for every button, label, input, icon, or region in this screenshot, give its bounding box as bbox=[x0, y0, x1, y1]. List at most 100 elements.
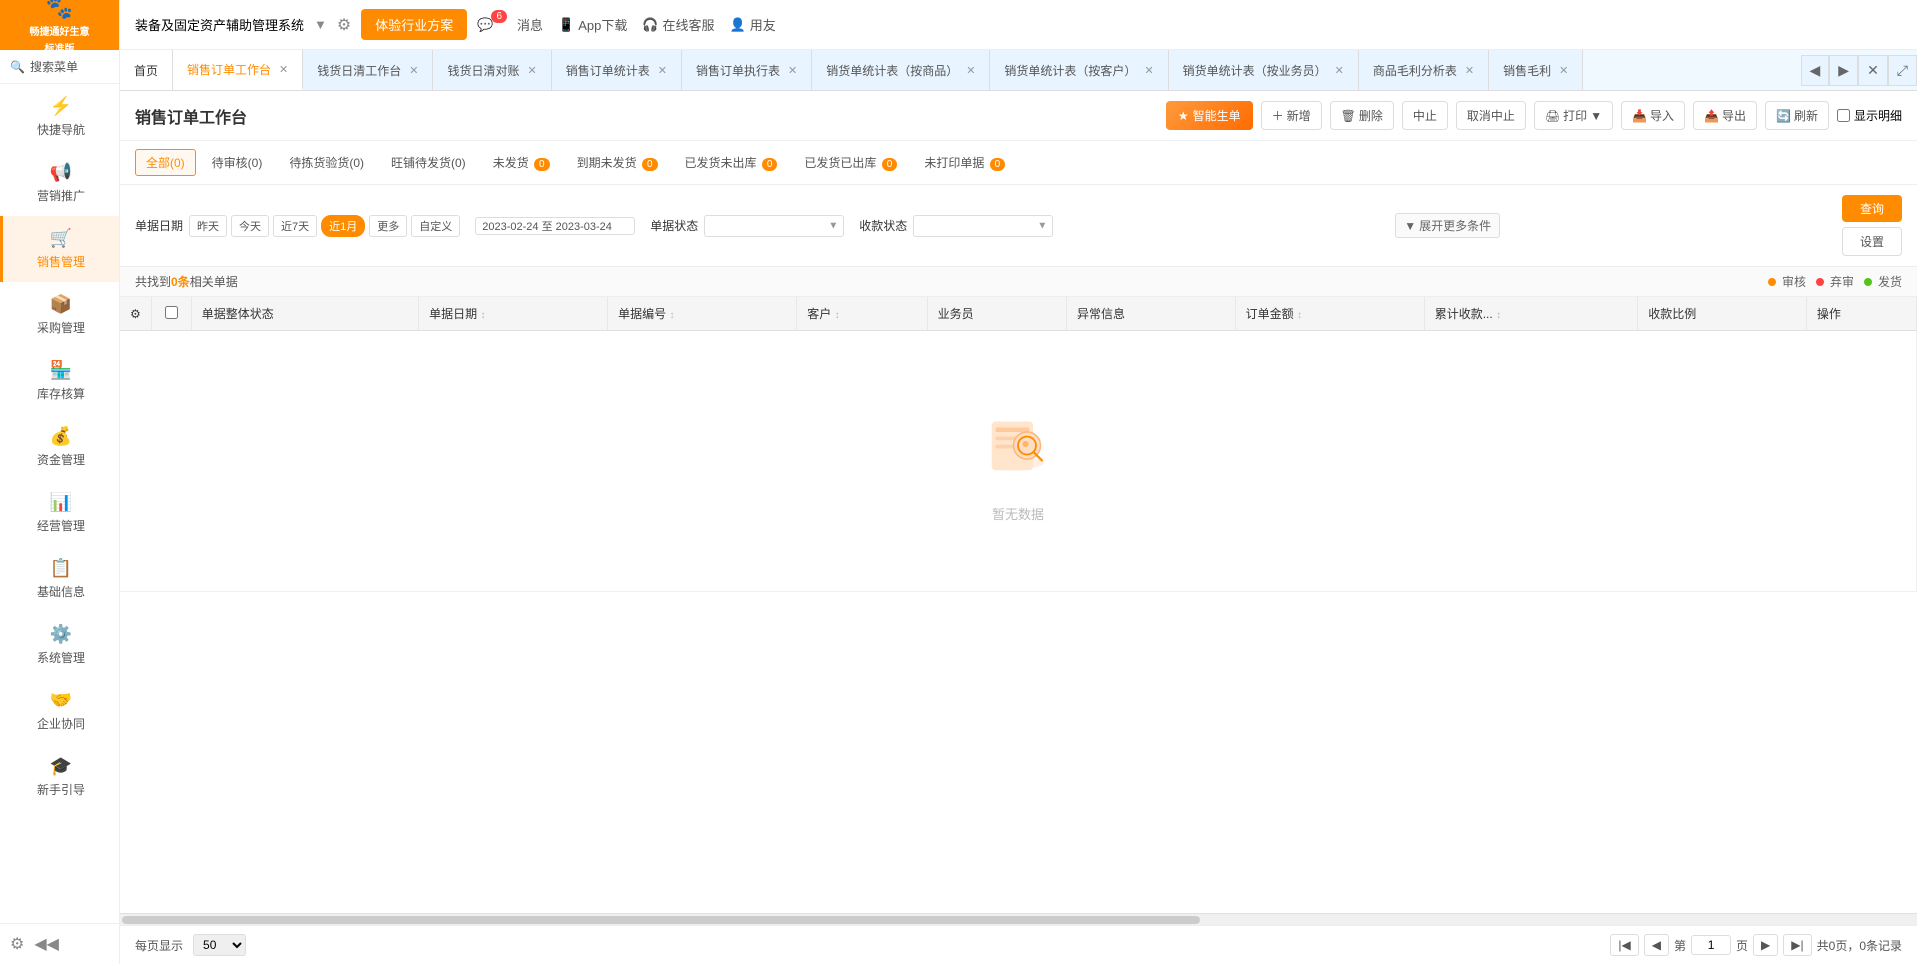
tab-close-icon[interactable]: ✕ bbox=[658, 64, 667, 77]
dropdown-icon[interactable]: ▼ bbox=[314, 17, 327, 32]
last-page-btn[interactable]: ▶| bbox=[1783, 934, 1811, 956]
export-btn[interactable]: 📤 导出 bbox=[1693, 101, 1757, 130]
sidebar-item-purchase[interactable]: 📦 采购管理 bbox=[0, 282, 119, 348]
query-btn[interactable]: 查询 bbox=[1842, 195, 1902, 222]
show-detail-checkbox[interactable] bbox=[1837, 109, 1850, 122]
stop-btn[interactable]: 中止 bbox=[1402, 101, 1448, 130]
settings-bottom-icon[interactable]: ⚙ bbox=[10, 934, 24, 954]
tab-sales-stats-customer[interactable]: 销货单统计表（按客户） ✕ bbox=[990, 50, 1168, 90]
date-btn-1month[interactable]: 近1月 bbox=[321, 215, 365, 237]
tab-product-margin[interactable]: 商品毛利分析表 ✕ bbox=[1359, 50, 1489, 90]
tab-close-icon[interactable]: ✕ bbox=[528, 64, 537, 77]
print-label: 打印 bbox=[1563, 107, 1587, 124]
tab-scroll-right-btn[interactable]: ▶ bbox=[1829, 55, 1858, 86]
tab-close-all-btn[interactable]: ✕ bbox=[1858, 55, 1888, 86]
sidebar-item-finance[interactable]: 💰 资金管理 bbox=[0, 414, 119, 480]
status-select[interactable] bbox=[704, 215, 844, 237]
filter-tab-shipped-out[interactable]: 已发货已出库 0 bbox=[793, 149, 908, 176]
sidebar-item-sales[interactable]: 🛒 销售管理 bbox=[0, 216, 119, 282]
horizontal-scrollbar[interactable] bbox=[120, 913, 1917, 925]
page-number-input[interactable] bbox=[1691, 935, 1731, 955]
user-action[interactable]: 👤 用友 bbox=[730, 15, 776, 34]
settings-btn[interactable]: 设置 bbox=[1842, 227, 1902, 256]
solution-btn[interactable]: 体验行业方案 bbox=[361, 9, 467, 40]
delete-btn[interactable]: 🗑 删除 bbox=[1330, 101, 1394, 130]
tab-close-icon[interactable]: ✕ bbox=[1465, 64, 1474, 77]
cancel-audit-btn[interactable]: 弃审 bbox=[1816, 273, 1854, 290]
tab-close-icon[interactable]: ✕ bbox=[966, 64, 975, 77]
date-btn-yesterday[interactable]: 昨天 bbox=[189, 215, 227, 237]
payment-select[interactable] bbox=[913, 215, 1053, 237]
customer-sort-icon[interactable]: ↕ bbox=[835, 310, 840, 321]
cancel-stop-btn[interactable]: 取消中止 bbox=[1456, 101, 1526, 130]
ship-label: 发货 bbox=[1878, 273, 1902, 290]
show-detail-label[interactable]: 显示明细 bbox=[1837, 107, 1902, 124]
per-page-select[interactable]: 20 50 100 bbox=[193, 934, 246, 956]
sidebar-item-basic[interactable]: 📋 基础信息 bbox=[0, 546, 119, 612]
message-action[interactable]: 💬 6 消息 bbox=[477, 15, 543, 34]
tab-fullscreen-btn[interactable]: ⤢ bbox=[1888, 55, 1917, 86]
filter-tab-wangpu-pending[interactable]: 旺铺待发货(0) bbox=[380, 149, 477, 176]
prev-page-btn[interactable]: ◀ bbox=[1644, 934, 1669, 956]
print-btn[interactable]: 🖨 打印 ▼ bbox=[1534, 101, 1613, 130]
refresh-btn[interactable]: 🔄 刷新 bbox=[1765, 101, 1829, 130]
select-all-checkbox[interactable] bbox=[165, 306, 178, 319]
tab-scroll-left-btn[interactable]: ◀ bbox=[1801, 55, 1830, 86]
col-number-label: 单据编号 bbox=[618, 307, 666, 321]
date-btn-7days[interactable]: 近7天 bbox=[273, 215, 317, 237]
expand-conditions-btn[interactable]: ▼ 展开更多条件 bbox=[1395, 213, 1500, 238]
online-service-action[interactable]: 🎧 在线客服 bbox=[642, 15, 714, 34]
sidebar-item-system[interactable]: ⚙️ 系统管理 bbox=[0, 612, 119, 678]
tab-close-icon[interactable]: ✕ bbox=[1559, 64, 1568, 77]
tab-cash-reconcile[interactable]: 钱货日清对账 ✕ bbox=[433, 50, 551, 90]
collected-sort-icon[interactable]: ↕ bbox=[1496, 310, 1501, 321]
date-btn-more[interactable]: 更多 bbox=[369, 215, 407, 237]
number-sort-icon[interactable]: ↕ bbox=[670, 310, 675, 321]
tab-close-icon[interactable]: ✕ bbox=[1335, 64, 1344, 77]
tab-home[interactable]: 首页 bbox=[120, 50, 173, 90]
filter-tab-all[interactable]: 全部(0) bbox=[135, 149, 196, 176]
tab-close-icon[interactable]: ✕ bbox=[279, 63, 288, 76]
sidebar-item-operations[interactable]: 📊 经营管理 bbox=[0, 480, 119, 546]
tab-sales-stats-product[interactable]: 销货单统计表（按商品） ✕ bbox=[812, 50, 990, 90]
filter-tab-not-shipped[interactable]: 未发货 0 bbox=[482, 149, 561, 176]
tab-sales-profit[interactable]: 销售毛利 ✕ bbox=[1489, 50, 1583, 90]
tab-close-icon[interactable]: ✕ bbox=[409, 64, 418, 77]
tab-close-icon[interactable]: ✕ bbox=[788, 64, 797, 77]
date-range-input[interactable] bbox=[475, 217, 635, 235]
next-page-btn[interactable]: ▶ bbox=[1753, 934, 1778, 956]
collapse-icon[interactable]: ◀◀ bbox=[34, 934, 59, 954]
column-settings-icon[interactable]: ⚙ bbox=[130, 307, 141, 321]
app-download-action[interactable]: 📱 App下载 bbox=[558, 15, 627, 34]
tab-cash-daily[interactable]: 钱货日清工作台 ✕ bbox=[303, 50, 433, 90]
gear-icon[interactable]: ⚙ bbox=[337, 15, 351, 35]
tab-sales-exec[interactable]: 销售订单执行表 ✕ bbox=[682, 50, 812, 90]
filter-tab-overdue-not-shipped[interactable]: 到期未发货 0 bbox=[566, 149, 669, 176]
filter-tab-pending-audit[interactable]: 待审核(0) bbox=[201, 149, 274, 176]
tab-sales-stats-staff[interactable]: 销货单统计表（按业务员） ✕ bbox=[1169, 50, 1359, 90]
ship-btn[interactable]: 发货 bbox=[1864, 273, 1902, 290]
smart-order-btn[interactable]: ★ 智能生单 bbox=[1166, 101, 1253, 130]
audit-dot bbox=[1768, 278, 1776, 286]
date-btn-custom[interactable]: 自定义 bbox=[411, 215, 460, 237]
search-menu-item[interactable]: 🔍 搜索菜单 bbox=[0, 50, 119, 84]
sidebar-item-marketing[interactable]: 📢 营销推广 bbox=[0, 150, 119, 216]
tab-sales-order-workspace[interactable]: 销售订单工作台 ✕ bbox=[173, 50, 303, 90]
filter-tab-pending-inspect[interactable]: 待拣货验货(0) bbox=[278, 149, 375, 176]
scrollbar-thumb[interactable] bbox=[122, 916, 1200, 924]
sidebar-item-quick-nav[interactable]: ⚡ 快捷导航 bbox=[0, 84, 119, 150]
audit-btn[interactable]: 审核 bbox=[1768, 273, 1806, 290]
filter-tab-not-printed[interactable]: 未打印单据 0 bbox=[913, 149, 1016, 176]
tab-sales-stats[interactable]: 销售订单统计表 ✕ bbox=[552, 50, 682, 90]
filter-tab-shipped-not-out[interactable]: 已发货未出库 0 bbox=[674, 149, 789, 176]
import-btn[interactable]: 📥 导入 bbox=[1621, 101, 1685, 130]
date-btn-today[interactable]: 今天 bbox=[231, 215, 269, 237]
tab-close-icon[interactable]: ✕ bbox=[1144, 64, 1153, 77]
amount-sort-icon[interactable]: ↕ bbox=[1297, 310, 1302, 321]
first-page-btn[interactable]: |◀ bbox=[1610, 934, 1638, 956]
sidebar-item-guide[interactable]: 🎓 新手引导 bbox=[0, 744, 119, 810]
date-sort-icon[interactable]: ↕ bbox=[480, 310, 485, 321]
sidebar-item-enterprise[interactable]: 🤝 企业协同 bbox=[0, 678, 119, 744]
add-btn[interactable]: ＋ 新增 bbox=[1261, 101, 1322, 130]
sidebar-item-inventory[interactable]: 🏪 库存核算 bbox=[0, 348, 119, 414]
